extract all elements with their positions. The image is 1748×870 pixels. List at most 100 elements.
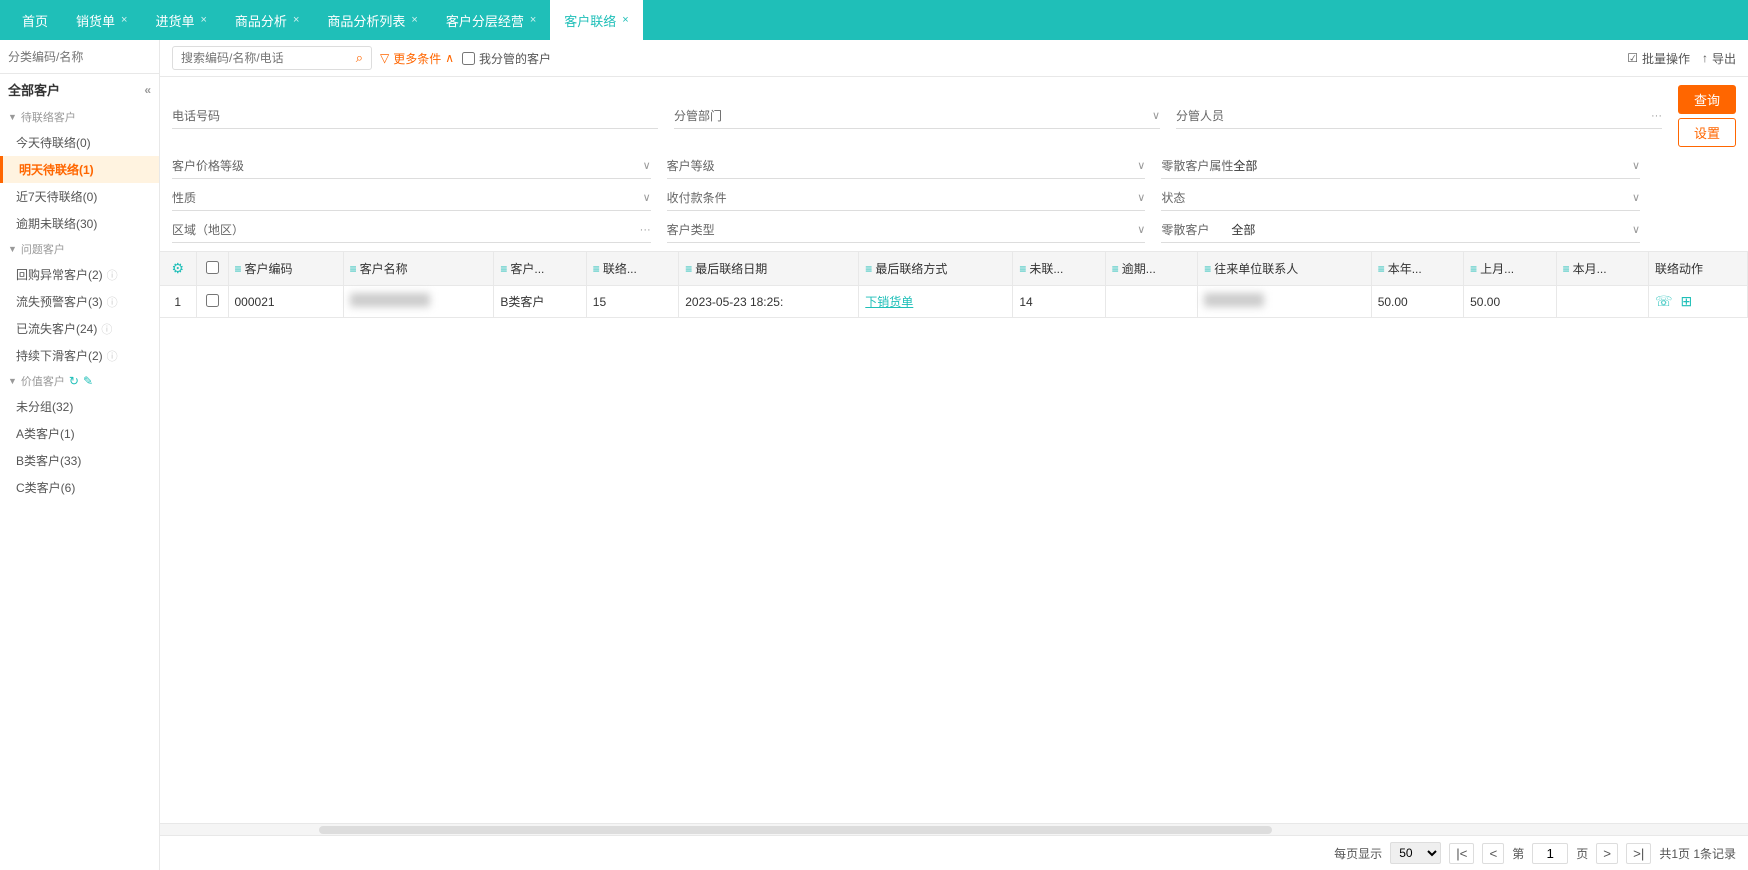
sidebar-item-class-c[interactable]: C类客户(6) — [0, 474, 159, 501]
sidebar-item-today[interactable]: 今天待联络(0) — [0, 129, 159, 156]
top-navigation: 首页 销货单 × 进货单 × 商品分析 × 商品分析列表 × 客户分层经营 × … — [0, 0, 1748, 40]
row-select-checkbox[interactable] — [206, 294, 219, 307]
table-body: 1 000021 B类客户 15 2023-05-23 18:25: 下销货单 — [160, 286, 1748, 318]
nav-purchase[interactable]: 进货单 × — [141, 0, 220, 40]
nav-product-analysis-list[interactable]: 商品分析列表 × — [313, 0, 431, 40]
nav-sales[interactable]: 销货单 × — [62, 0, 141, 40]
more-icon: ··· — [640, 224, 651, 236]
th-checkbox[interactable] — [196, 252, 228, 286]
filter-payment-label: 收付款条件 — [667, 189, 737, 206]
th-type: ≡客户... — [494, 252, 586, 286]
th-this-month: ≡本月... — [1556, 252, 1648, 286]
my-customer-label: 我分管的客户 — [479, 50, 551, 67]
sidebar-item-lost-warning[interactable]: 流失预警客户(3) ⓘ — [0, 288, 159, 315]
chevron-down-icon: ∨ — [1632, 159, 1640, 172]
sidebar-item-tomorrow[interactable]: 明天待联络(1) — [0, 156, 159, 183]
filter-phone: 电话号码 — [172, 103, 658, 129]
sidebar-group-value: 价值客户 ↻ ✎ — [0, 369, 159, 393]
filter-label: 更多条件 — [393, 50, 441, 67]
per-page-label: 每页显示 — [1334, 845, 1382, 862]
row-last-contact-method[interactable]: 下销货单 — [859, 286, 1013, 318]
row-checkbox[interactable] — [196, 286, 228, 318]
sidebar-item-repurchase-abnormal[interactable]: 回购异常客户(2) ⓘ — [0, 261, 159, 288]
batch-button[interactable]: ☑ 批量操作 — [1627, 50, 1690, 67]
sidebar-item-lost[interactable]: 已流失客户(24) ⓘ — [0, 315, 159, 342]
sidebar-group-problem: 问题客户 — [0, 237, 159, 261]
next-page-button[interactable]: > — [1596, 843, 1618, 864]
row-overdue — [1105, 286, 1197, 318]
nav-home[interactable]: 首页 — [8, 0, 62, 40]
customer-table: ⚙ ≡客户编码 ≡客户名称 ≡客户... ≡联络... ≡最后联络日期 ≡最后联… — [160, 252, 1748, 318]
main-layout: ⌕ 全部客户 « 待联络客户 今天待联络(0) 明天待联络(1) 近7天待联络(… — [0, 40, 1748, 870]
sidebar-search-input[interactable] — [8, 50, 160, 64]
footer: 每页显示 50 10 20 100 |< < 第 页 > >| 共1页 1条记录 — [160, 835, 1748, 870]
my-customer-checkbox[interactable] — [462, 52, 475, 65]
filter-action-buttons: 查询 设置 — [1678, 85, 1736, 147]
reset-button[interactable]: 设置 — [1678, 118, 1736, 147]
th-gear[interactable]: ⚙ — [160, 252, 196, 286]
my-customer-checkbox-label[interactable]: 我分管的客户 — [462, 50, 551, 67]
prev-page-button[interactable]: < — [1482, 843, 1504, 864]
th-unit-contact: ≡往来单位联系人 — [1198, 252, 1371, 286]
horizontal-scrollbar[interactable] — [160, 823, 1748, 835]
info-icon: ⓘ — [107, 294, 118, 310]
sidebar-item-overdue[interactable]: 逾期未联络(30) — [0, 210, 159, 237]
nav-product-analysis[interactable]: 商品分析 × — [221, 0, 313, 40]
grid-icon[interactable]: ⊞ — [1681, 293, 1693, 310]
nav-customer-tier[interactable]: 客户分层经营 × — [432, 0, 550, 40]
chevron-left-icon: « — [144, 83, 151, 97]
chevron-down-icon: ∨ — [1632, 191, 1640, 204]
filter-status: 状态 ∨ — [1161, 185, 1640, 211]
filter-customer-type-label: 客户类型 — [667, 221, 737, 238]
close-icon[interactable]: × — [121, 14, 127, 26]
filter-panel: 电话号码 分管部门 ∨ 分管人员 ··· 查询 设置 — [160, 77, 1748, 252]
contact-method-link[interactable]: 下销货单 — [865, 295, 913, 309]
chevron-down-icon: ∨ — [1632, 223, 1640, 236]
row-this-month — [1556, 286, 1648, 318]
close-icon[interactable]: × — [411, 14, 417, 26]
export-button[interactable]: ↑ 导出 — [1702, 50, 1736, 67]
chevron-up-icon: ∧ — [445, 51, 454, 65]
close-icon[interactable]: × — [530, 14, 536, 26]
query-button[interactable]: 查询 — [1678, 85, 1736, 114]
gear-icon[interactable]: ⚙ — [171, 260, 184, 276]
row-type: B类客户 — [494, 286, 586, 318]
page-input[interactable] — [1532, 843, 1568, 864]
refresh-icon[interactable]: ↻ — [69, 374, 79, 388]
first-page-button[interactable]: |< — [1449, 843, 1474, 864]
sidebar-item-7days[interactable]: 近7天待联络(0) — [0, 183, 159, 210]
select-all-checkbox[interactable] — [206, 261, 219, 274]
chevron-down-icon: ∨ — [1152, 109, 1160, 122]
export-label: 导出 — [1712, 50, 1736, 67]
sidebar-all-customers[interactable]: 全部客户 « — [0, 74, 159, 105]
row-index: 1 — [160, 286, 196, 318]
search-input[interactable] — [181, 51, 356, 65]
edit-icon[interactable]: ✎ — [83, 374, 93, 388]
sidebar-item-ungrouped[interactable]: 未分组(32) — [0, 393, 159, 420]
last-page-button[interactable]: >| — [1626, 843, 1651, 864]
close-icon[interactable]: × — [293, 14, 299, 26]
per-page-select[interactable]: 50 10 20 100 — [1390, 842, 1441, 864]
row-code: 000021 — [228, 286, 343, 318]
scroll-track — [319, 826, 1272, 834]
filter-region-label: 区域（地区） — [172, 221, 244, 238]
sidebar-item-declining[interactable]: 持续下滑客户(2) ⓘ — [0, 342, 159, 369]
search-icon[interactable]: ⌕ — [356, 50, 363, 66]
phone-icon[interactable]: ☏ — [1655, 293, 1673, 310]
filter-dept: 分管部门 ∨ — [674, 103, 1160, 129]
filter-customer-type: 客户类型 ∨ — [667, 217, 1146, 243]
row-last-contact-date: 2023-05-23 18:25: — [679, 286, 859, 318]
filter-button[interactable]: ▽ 更多条件 ∧ — [380, 50, 454, 67]
sidebar-item-class-b[interactable]: B类客户(33) — [0, 447, 159, 474]
toolbar: ⌕ ▽ 更多条件 ∧ 我分管的客户 ☑ 批量操作 ↑ 导出 — [160, 40, 1748, 77]
filter-phone-input[interactable] — [242, 109, 658, 123]
th-code: ≡客户编码 — [228, 252, 343, 286]
sidebar-item-class-a[interactable]: A类客户(1) — [0, 420, 159, 447]
close-icon[interactable]: × — [622, 14, 628, 26]
chevron-down-icon: ∨ — [1137, 223, 1145, 236]
filter-row-1: 电话号码 分管部门 ∨ 分管人员 ··· 查询 设置 — [172, 85, 1736, 147]
close-icon[interactable]: × — [200, 14, 206, 26]
table-row: 1 000021 B类客户 15 2023-05-23 18:25: 下销货单 — [160, 286, 1748, 318]
info-icon: ⓘ — [107, 348, 118, 364]
nav-customer-contact[interactable]: 客户联络 × — [550, 0, 642, 40]
